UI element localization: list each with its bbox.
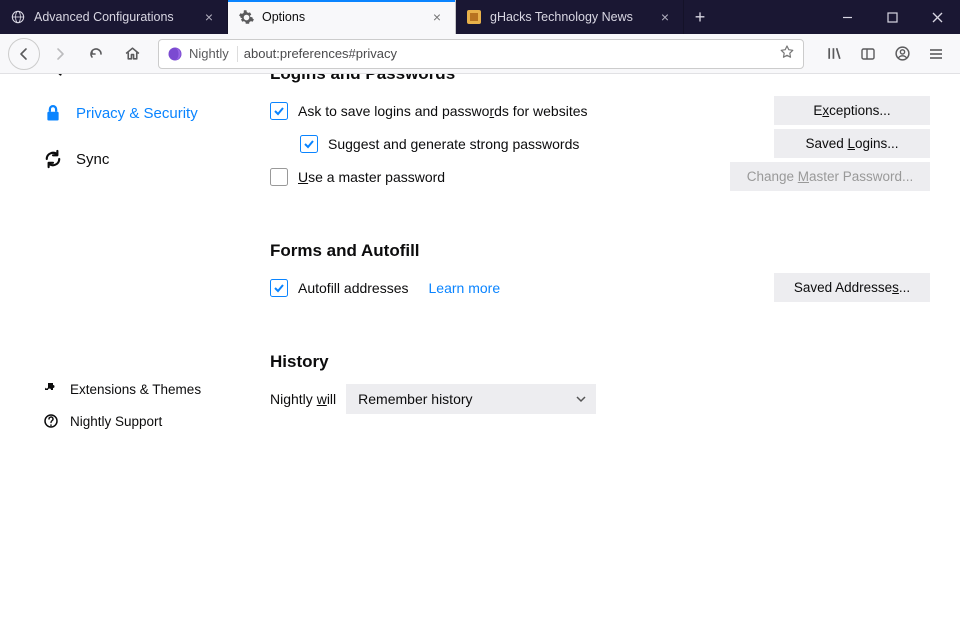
nav-toolbar: Nightly about:preferences#privacy: [0, 34, 960, 74]
globe-icon: [10, 9, 26, 25]
main-content: Find in Options Manage Data... Delete co…: [230, 74, 960, 447]
search-icon: [42, 74, 64, 78]
close-window-button[interactable]: [915, 0, 960, 34]
back-button[interactable]: [8, 38, 40, 70]
maximize-button[interactable]: [870, 0, 915, 34]
ask-save-logins-checkbox[interactable]: [270, 102, 288, 120]
url-text: about:preferences#privacy: [244, 46, 773, 61]
puzzle-icon: [42, 381, 60, 397]
minimize-button[interactable]: [825, 0, 870, 34]
history-prefix: Nightly will: [270, 391, 336, 407]
lock-icon: [42, 102, 64, 124]
account-button[interactable]: [886, 38, 918, 70]
question-icon: [42, 413, 60, 429]
tab-label: Options: [262, 10, 429, 24]
section-forms-title: Forms and Autofill: [270, 241, 930, 261]
history-mode-select[interactable]: Remember history: [346, 384, 596, 414]
sync-icon: [42, 148, 64, 170]
sidebar-footer-label: Extensions & Themes: [70, 382, 201, 397]
close-icon[interactable]: ×: [429, 9, 445, 25]
change-master-button: Change Master Password...: [730, 162, 930, 191]
bookmark-star-icon[interactable]: [779, 44, 795, 63]
sidebar-item-label: Sync: [76, 151, 109, 168]
sidebar-item-search[interactable]: Search: [42, 74, 220, 90]
tab-ghacks[interactable]: gHacks Technology News ×: [456, 0, 684, 34]
saved-logins-button[interactable]: Saved Logins...: [774, 129, 930, 158]
use-master-checkbox[interactable]: [270, 168, 288, 186]
firefox-icon: [167, 46, 183, 62]
saved-addresses-button[interactable]: Saved Addresses...: [774, 273, 930, 302]
site-favicon: [466, 9, 482, 25]
tab-advanced-configurations[interactable]: Advanced Configurations ×: [0, 0, 228, 34]
title-bar: Advanced Configurations × Options × gHac…: [0, 0, 960, 34]
new-tab-button[interactable]: +: [684, 0, 716, 34]
tab-options[interactable]: Options ×: [228, 0, 456, 34]
suggest-strong-checkbox[interactable]: [300, 135, 318, 153]
sidebar-button[interactable]: [852, 38, 884, 70]
categories-sidebar: General Home Search Privacy & Security S…: [0, 74, 230, 447]
window-controls: [825, 0, 960, 34]
close-icon[interactable]: ×: [201, 9, 217, 25]
identity-label: Nightly: [189, 46, 229, 61]
menu-button[interactable]: [920, 38, 952, 70]
sidebar-footer-label: Nightly Support: [70, 414, 162, 429]
sidebar-item-privacy[interactable]: Privacy & Security: [42, 90, 220, 136]
identity-box[interactable]: Nightly: [167, 46, 238, 62]
sidebar-item-label: Privacy & Security: [76, 105, 198, 122]
tab-label: Advanced Configurations: [34, 10, 201, 24]
sidebar-footer-support[interactable]: Nightly Support: [42, 405, 220, 437]
chevron-down-icon: [576, 391, 586, 407]
close-icon[interactable]: ×: [657, 9, 673, 25]
autofill-addresses-checkbox[interactable]: [270, 279, 288, 297]
sidebar-footer-extensions[interactable]: Extensions & Themes: [42, 373, 220, 405]
reload-button[interactable]: [80, 38, 112, 70]
tab-strip: Advanced Configurations × Options × gHac…: [0, 0, 825, 34]
autofill-addresses-label: Autofill addresses: [298, 280, 409, 296]
suggest-strong-label: Suggest and generate strong passwords: [328, 136, 579, 152]
forward-button[interactable]: [44, 38, 76, 70]
section-history-title: History: [270, 352, 930, 372]
tab-label: gHacks Technology News: [490, 10, 657, 24]
ask-save-logins-label: Ask to save logins and passwords for web…: [298, 103, 588, 119]
sidebar-item-label: Search: [76, 74, 124, 76]
sidebar-item-sync[interactable]: Sync: [42, 136, 220, 182]
history-mode-selected: Remember history: [358, 391, 472, 407]
library-button[interactable]: [818, 38, 850, 70]
url-bar[interactable]: Nightly about:preferences#privacy: [158, 39, 804, 69]
use-master-label: Use a master password: [298, 169, 445, 185]
exceptions-button[interactable]: Exceptions...: [774, 96, 930, 125]
section-logins-title: Logins and Passwords: [270, 74, 930, 84]
preferences-page: General Home Search Privacy & Security S…: [0, 74, 960, 627]
home-button[interactable]: [116, 38, 148, 70]
gear-icon: [238, 9, 254, 25]
learn-more-link[interactable]: Learn more: [429, 280, 501, 296]
